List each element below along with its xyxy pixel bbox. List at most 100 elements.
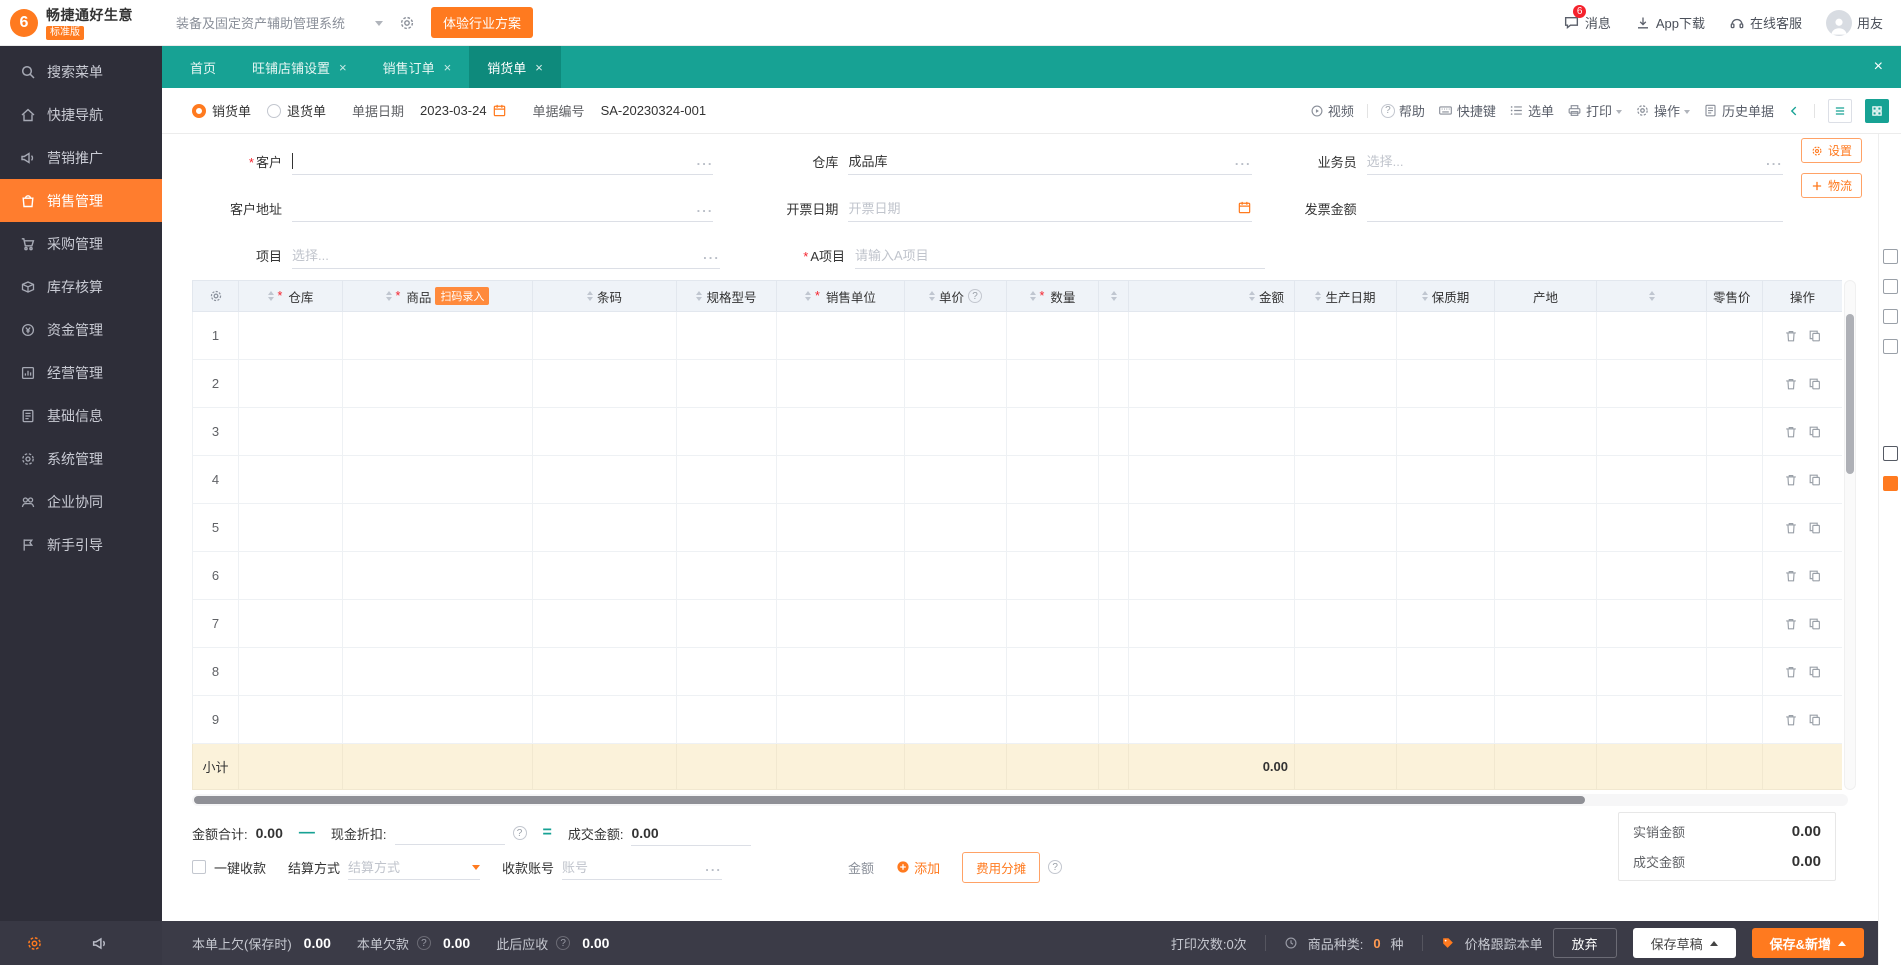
- grid-cell-blank1[interactable]: [1098, 503, 1129, 552]
- sort-arrows-icon[interactable]: [805, 291, 812, 301]
- grid-cell-blank2[interactable]: [1596, 551, 1707, 600]
- grid-cell-warehouse[interactable]: [238, 503, 343, 552]
- grid-cell-blank1[interactable]: [1098, 359, 1129, 408]
- grid-cell-warehouse[interactable]: [238, 551, 343, 600]
- logistics-button[interactable]: 物流: [1800, 173, 1862, 198]
- save-and-new-button[interactable]: 保存&新增: [1751, 928, 1864, 958]
- sort-arrows-icon[interactable]: [385, 291, 392, 301]
- industry-solution-button[interactable]: 体验行业方案: [431, 7, 534, 38]
- copy-row-icon[interactable]: [1808, 713, 1822, 727]
- col-header-amount[interactable]: 金额: [1128, 280, 1295, 312]
- sidebar-item-system[interactable]: 系统管理: [0, 437, 162, 480]
- grid-cell-amount[interactable]: [1128, 359, 1295, 408]
- grid-cell-blank1[interactable]: [1098, 455, 1129, 504]
- grid-cell-shelf_life[interactable]: [1396, 599, 1495, 648]
- receivable-help-icon[interactable]: ?: [556, 936, 571, 950]
- delete-row-icon[interactable]: [1784, 617, 1798, 631]
- grid-cell-quantity[interactable]: [1006, 503, 1099, 552]
- grid-cell-quantity[interactable]: [1006, 599, 1099, 648]
- grid-cell-origin[interactable]: [1494, 407, 1597, 456]
- grid-cell-shelf_life[interactable]: [1396, 551, 1495, 600]
- col-header-production_date[interactable]: 生产日期: [1294, 280, 1397, 312]
- warehouse-lookup-ellipsis[interactable]: ...: [1229, 153, 1252, 168]
- project-lookup-ellipsis[interactable]: ...: [697, 247, 720, 262]
- grid-cell-production_date[interactable]: [1294, 695, 1397, 744]
- sidebar-item-basic-info[interactable]: 基础信息: [0, 394, 162, 437]
- app-download-button[interactable]: App下载: [1635, 13, 1705, 32]
- column-settings-gear-icon[interactable]: [209, 289, 223, 303]
- grid-cell-quantity[interactable]: [1006, 407, 1099, 456]
- copy-row-icon[interactable]: [1808, 377, 1822, 391]
- close-all-tabs-icon[interactable]: ×: [1874, 58, 1883, 76]
- right-rail-icon[interactable]: [1882, 279, 1898, 294]
- grid-cell-barcode[interactable]: [532, 503, 677, 552]
- grid-cell-origin[interactable]: [1494, 359, 1597, 408]
- grid-cell-retail_price[interactable]: [1706, 359, 1763, 408]
- grid-cell-retail_price[interactable]: [1706, 503, 1763, 552]
- project-field[interactable]: 选择... ...: [292, 241, 720, 269]
- copy-row-icon[interactable]: [1808, 521, 1822, 535]
- delete-row-icon[interactable]: [1784, 425, 1798, 439]
- grid-cell-unit_price[interactable]: [904, 599, 1007, 648]
- col-header-spec[interactable]: 规格型号: [676, 280, 777, 312]
- grid-cell-barcode[interactable]: [532, 359, 677, 408]
- online-service-button[interactable]: 在线客服: [1729, 13, 1802, 32]
- grid-cell-blank1[interactable]: [1098, 647, 1129, 696]
- sort-arrows-icon[interactable]: [1648, 291, 1655, 301]
- grid-cell-warehouse[interactable]: [238, 647, 343, 696]
- grid-cell-barcode[interactable]: [532, 647, 677, 696]
- address-field[interactable]: ...: [292, 194, 714, 222]
- grid-cell-spec[interactable]: [676, 551, 777, 600]
- grid-cell-origin[interactable]: [1494, 551, 1597, 600]
- scrollbar-thumb[interactable]: [194, 796, 1586, 804]
- grid-cell-warehouse[interactable]: [238, 311, 343, 360]
- grid-cell-warehouse[interactable]: [238, 407, 343, 456]
- grid-cell-spec[interactable]: [676, 407, 777, 456]
- grid-cell-unit_price[interactable]: [904, 551, 1007, 600]
- grid-cell-shelf_life[interactable]: [1396, 455, 1495, 504]
- grid-cell-quantity[interactable]: [1006, 359, 1099, 408]
- grid-cell-sale_unit[interactable]: [776, 695, 905, 744]
- col-header-sale_unit[interactable]: * 销售单位: [776, 280, 905, 312]
- sort-arrows-icon[interactable]: [1315, 291, 1322, 301]
- grid-cell-barcode[interactable]: [532, 407, 677, 456]
- grid-cell-quantity[interactable]: [1006, 311, 1099, 360]
- grid-cell-product[interactable]: [342, 359, 533, 408]
- grid-cell-spec[interactable]: [676, 599, 777, 648]
- grid-cell-shelf_life[interactable]: [1396, 503, 1495, 552]
- grid-cell-unit_price[interactable]: [904, 647, 1007, 696]
- add-payment-row-button[interactable]: 添加: [896, 858, 940, 877]
- pick-doc-button[interactable]: 选单: [1509, 101, 1554, 120]
- grid-cell-spec[interactable]: [676, 503, 777, 552]
- grid-cell-sale_unit[interactable]: [776, 311, 905, 360]
- copy-row-icon[interactable]: [1808, 665, 1822, 679]
- address-lookup-ellipsis[interactable]: ...: [691, 200, 714, 215]
- grid-cell-unit_price[interactable]: [904, 455, 1007, 504]
- settings-gear-icon[interactable]: [399, 15, 415, 31]
- grid-cell-shelf_life[interactable]: [1396, 407, 1495, 456]
- receipt-account-field[interactable]: 账号 ...: [562, 854, 723, 880]
- grid-cell-amount[interactable]: [1128, 695, 1295, 744]
- grid-cell-blank2[interactable]: [1596, 647, 1707, 696]
- grid-cell-blank2[interactable]: [1596, 503, 1707, 552]
- grid-cell-production_date[interactable]: [1294, 599, 1397, 648]
- salesman-field[interactable]: 选择... ...: [1366, 147, 1783, 175]
- grid-cell-unit_price[interactable]: [904, 359, 1007, 408]
- grid-cell-spec[interactable]: [676, 647, 777, 696]
- grid-cell-sale_unit[interactable]: [776, 407, 905, 456]
- account-lookup-ellipsis[interactable]: ...: [699, 859, 722, 874]
- delete-row-icon[interactable]: [1784, 329, 1798, 343]
- calendar-icon[interactable]: [1237, 200, 1252, 215]
- grid-cell-product[interactable]: [342, 551, 533, 600]
- grid-cell-amount[interactable]: [1128, 311, 1295, 360]
- radio-sales-return[interactable]: 退货单: [267, 101, 326, 120]
- sort-arrows-icon[interactable]: [267, 291, 274, 301]
- grid-cell-sale_unit[interactable]: [776, 455, 905, 504]
- collapse-left-icon[interactable]: [1787, 104, 1801, 118]
- grid-cell-retail_price[interactable]: [1706, 695, 1763, 744]
- grid-cell-quantity[interactable]: [1006, 647, 1099, 696]
- grid-cell-retail_price[interactable]: [1706, 455, 1763, 504]
- price-help-icon[interactable]: ?: [968, 289, 982, 303]
- operations-button[interactable]: 操作: [1635, 101, 1690, 120]
- col-header-product[interactable]: * 商品 扫码录入: [342, 280, 533, 312]
